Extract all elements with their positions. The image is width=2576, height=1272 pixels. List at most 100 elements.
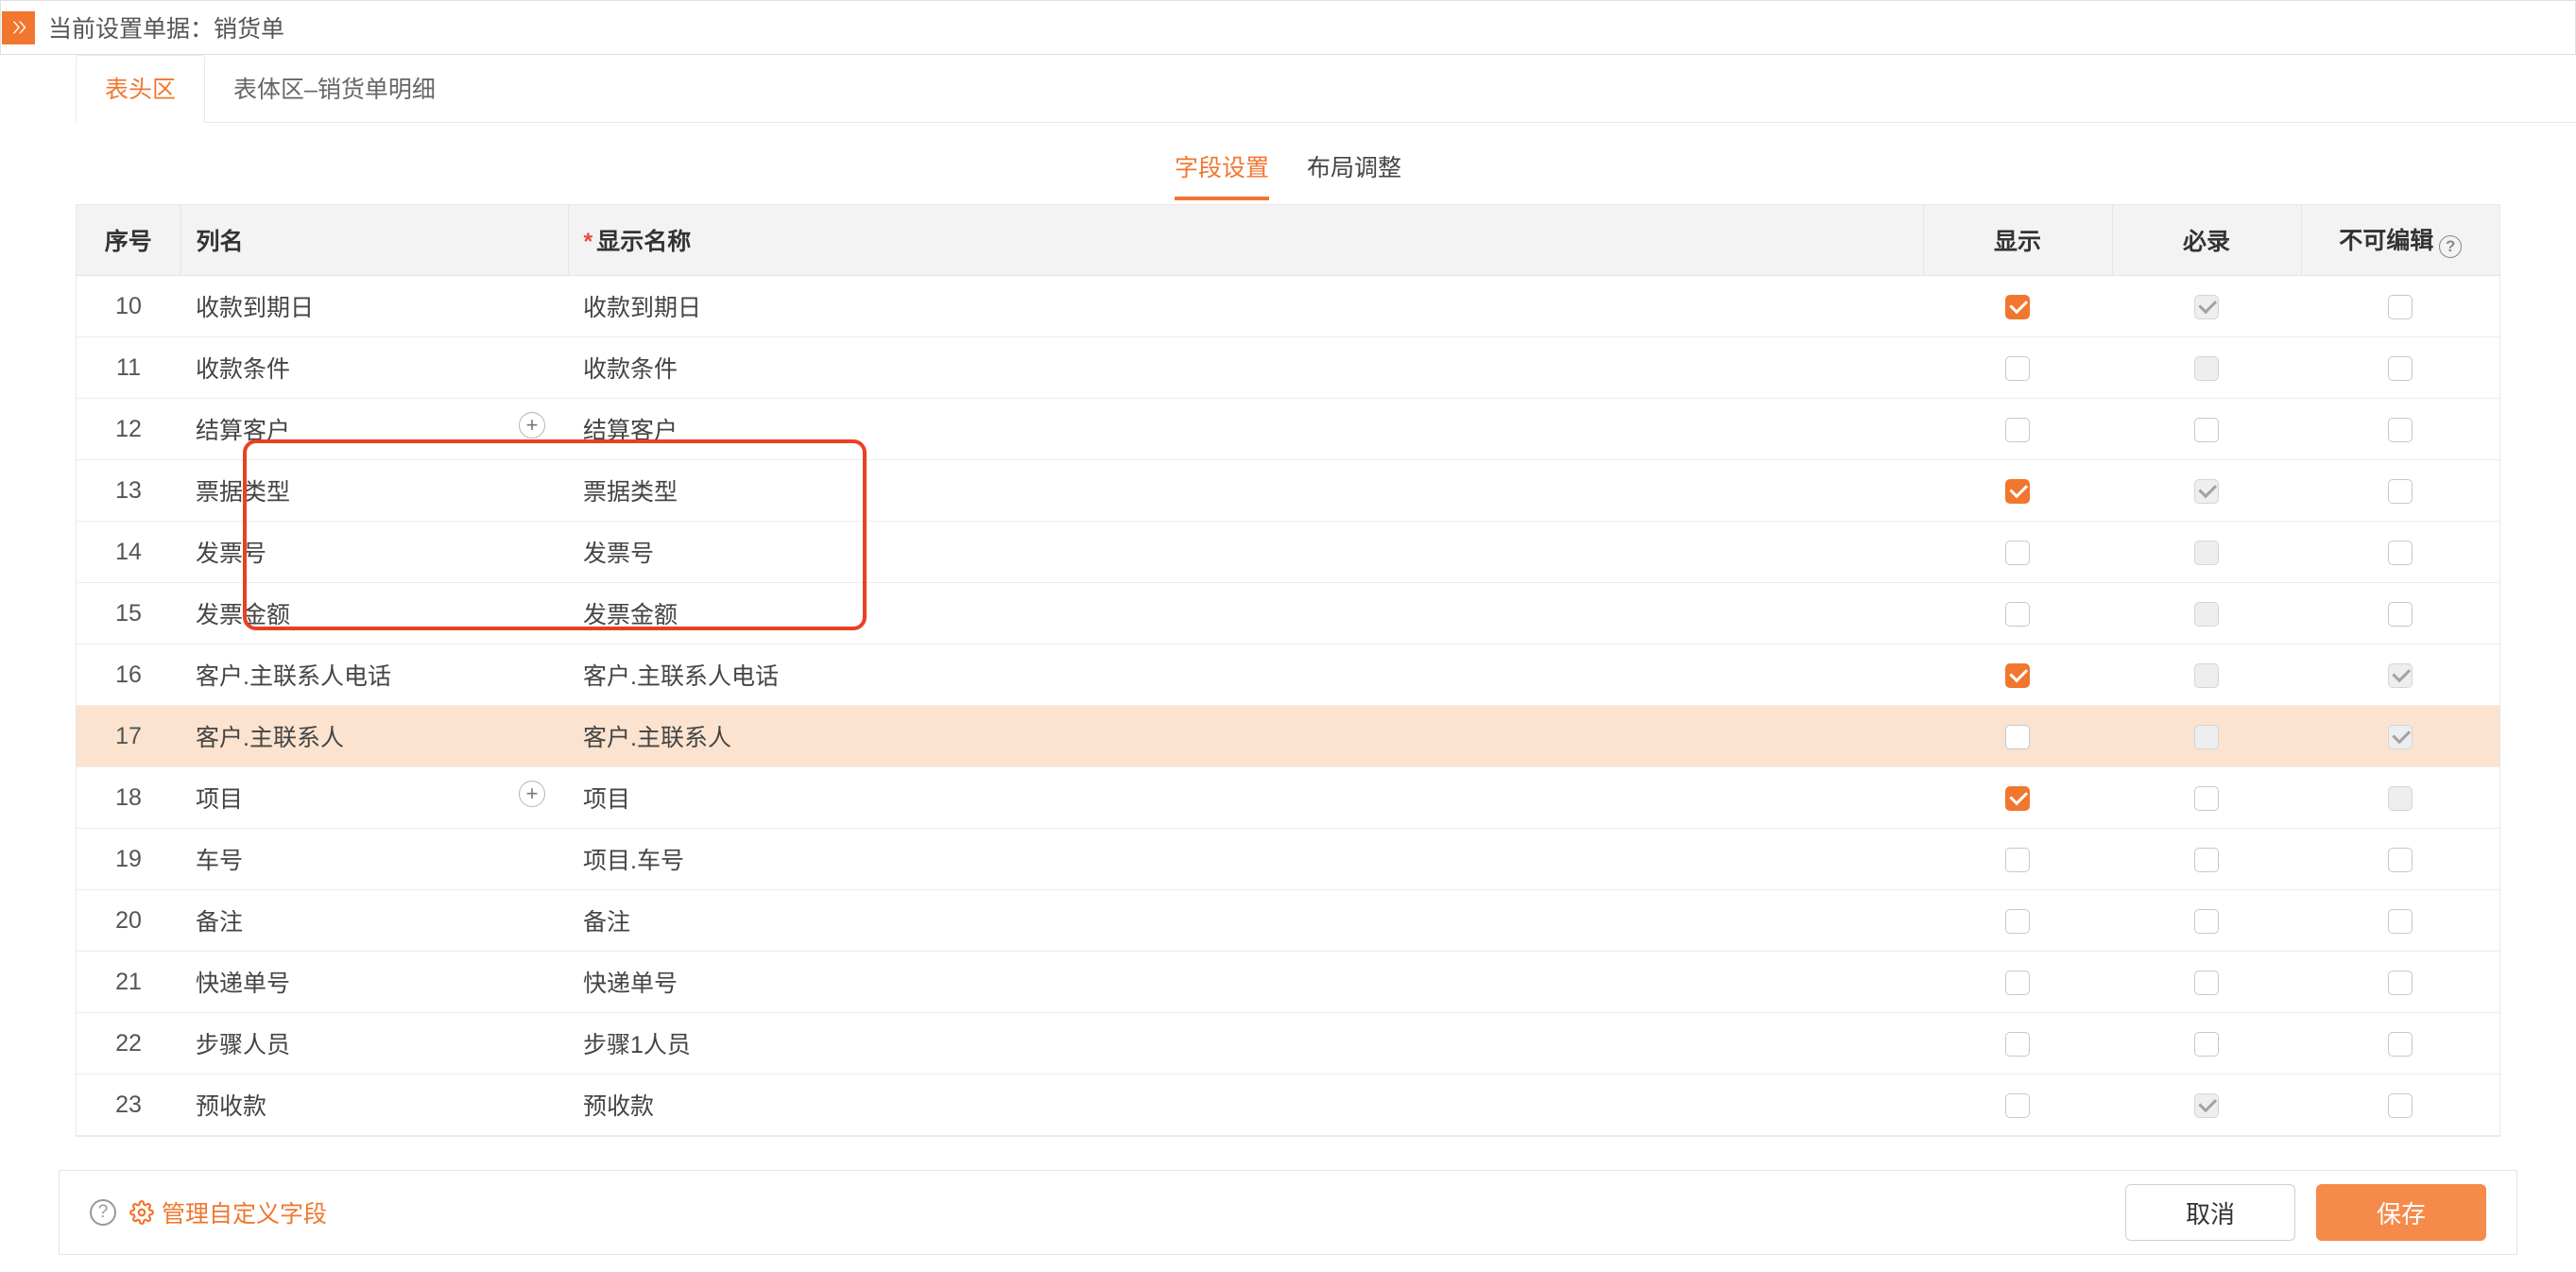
cell-name: 项目+ — [180, 767, 568, 829]
cell-display[interactable]: 收款条件 — [568, 337, 1923, 399]
checkbox-noedit[interactable] — [2388, 479, 2413, 504]
table-row: 20备注备注 — [77, 890, 2499, 952]
checkbox-noedit[interactable] — [2388, 541, 2413, 565]
checkbox-show[interactable] — [2005, 541, 2030, 565]
cell-required — [2112, 767, 2301, 829]
checkbox-show[interactable] — [2005, 356, 2030, 381]
cell-seq: 14 — [77, 522, 180, 583]
tab-0[interactable]: 表头区 — [76, 55, 205, 123]
checkbox-show[interactable] — [2005, 725, 2030, 749]
checkbox-show[interactable] — [2005, 295, 2030, 319]
checkbox-required — [2194, 602, 2219, 627]
cell-name: 客户.主联系人 — [180, 706, 568, 767]
th-display-label: 显示名称 — [596, 229, 691, 255]
cell-seq: 10 — [77, 276, 180, 337]
cell-noedit — [2301, 460, 2499, 522]
cell-noedit — [2301, 583, 2499, 645]
cell-show — [1923, 952, 2112, 1013]
checkbox-show[interactable] — [2005, 848, 2030, 872]
checkbox-noedit[interactable] — [2388, 1093, 2413, 1118]
cell-display[interactable]: 备注 — [568, 890, 1923, 952]
field-name-label: 客户.主联系人电话 — [196, 663, 391, 690]
checkbox-required[interactable] — [2194, 786, 2219, 811]
cell-display[interactable]: 步骤1人员 — [568, 1013, 1923, 1074]
cell-display[interactable]: 客户.主联系人 — [568, 706, 1923, 767]
checkbox-noedit[interactable] — [2388, 909, 2413, 934]
cancel-button[interactable]: 取消 — [2125, 1184, 2295, 1241]
field-name-label: 收款条件 — [196, 356, 290, 383]
field-name-label: 票据类型 — [196, 479, 290, 506]
cell-required — [2112, 399, 2301, 460]
checkbox-show[interactable] — [2005, 786, 2030, 811]
subtab-1[interactable]: 布局调整 — [1307, 149, 1401, 200]
add-child-button[interactable]: + — [519, 412, 545, 438]
save-button[interactable]: 保存 — [2316, 1184, 2486, 1241]
checkbox-noedit[interactable] — [2388, 295, 2413, 319]
manage-custom-fields-link[interactable]: 管理自定义字段 — [129, 1195, 327, 1229]
checkbox-noedit[interactable] — [2388, 1032, 2413, 1057]
checkbox-required[interactable] — [2194, 909, 2219, 934]
tab-1[interactable]: 表体区–销货单明细 — [205, 56, 464, 122]
header-title-doc: 销货单 — [214, 10, 284, 44]
checkbox-show[interactable] — [2005, 1093, 2030, 1118]
subtabs-row: 字段设置布局调整 — [0, 123, 2576, 200]
cell-noedit — [2301, 399, 2499, 460]
checkbox-show[interactable] — [2005, 663, 2030, 688]
checkbox-required[interactable] — [2194, 418, 2219, 442]
checkbox-show[interactable] — [2005, 602, 2030, 627]
subtab-0[interactable]: 字段设置 — [1175, 149, 1269, 200]
cell-noedit — [2301, 890, 2499, 952]
cell-display[interactable]: 预收款 — [568, 1074, 1923, 1136]
field-name-label: 车号 — [196, 848, 243, 874]
cell-display[interactable]: 结算客户 — [568, 399, 1923, 460]
cell-display[interactable]: 票据类型 — [568, 460, 1923, 522]
cell-name: 快递单号 — [180, 952, 568, 1013]
checkbox-noedit[interactable] — [2388, 971, 2413, 995]
field-name-label: 快递单号 — [196, 971, 290, 997]
field-name-label: 发票号 — [196, 541, 266, 567]
checkbox-required[interactable] — [2194, 848, 2219, 872]
field-name-label: 预收款 — [196, 1093, 266, 1120]
add-child-button[interactable]: + — [519, 781, 545, 807]
expand-sidebar-button[interactable] — [2, 11, 35, 44]
cell-display[interactable]: 收款到期日 — [568, 276, 1923, 337]
cell-show — [1923, 1013, 2112, 1074]
checkbox-show[interactable] — [2005, 971, 2030, 995]
cell-name: 发票号 — [180, 522, 568, 583]
cell-required — [2112, 337, 2301, 399]
checkbox-required[interactable] — [2194, 971, 2219, 995]
help-icon[interactable]: ? — [2439, 235, 2462, 258]
cell-required — [2112, 460, 2301, 522]
help-circle-icon[interactable]: ? — [90, 1199, 116, 1226]
cell-show — [1923, 337, 2112, 399]
cell-display[interactable]: 发票号 — [568, 522, 1923, 583]
cell-noedit — [2301, 522, 2499, 583]
table-row: 22步骤人员步骤1人员 — [77, 1013, 2499, 1074]
field-name-label: 客户.主联系人 — [196, 725, 344, 751]
checkbox-noedit[interactable] — [2388, 602, 2413, 627]
cell-noedit — [2301, 337, 2499, 399]
cell-display[interactable]: 项目 — [568, 767, 1923, 829]
table-row: 17客户.主联系人客户.主联系人 — [77, 706, 2499, 767]
checkbox-show[interactable] — [2005, 418, 2030, 442]
cell-noedit — [2301, 1013, 2499, 1074]
cell-name: 收款条件 — [180, 337, 568, 399]
cell-display[interactable]: 发票金额 — [568, 583, 1923, 645]
cell-show — [1923, 276, 2112, 337]
cell-display[interactable]: 项目.车号 — [568, 829, 1923, 890]
checkbox-required[interactable] — [2194, 1032, 2219, 1057]
checkbox-required — [2194, 295, 2219, 319]
cell-seq: 20 — [77, 890, 180, 952]
checkbox-noedit[interactable] — [2388, 356, 2413, 381]
checkbox-required — [2194, 356, 2219, 381]
checkbox-noedit[interactable] — [2388, 848, 2413, 872]
cell-name: 预收款 — [180, 1074, 568, 1136]
checkbox-show[interactable] — [2005, 479, 2030, 504]
cell-seq: 15 — [77, 583, 180, 645]
checkbox-noedit[interactable] — [2388, 418, 2413, 442]
cell-display[interactable]: 客户.主联系人电话 — [568, 645, 1923, 706]
checkbox-show[interactable] — [2005, 1032, 2030, 1057]
cell-display[interactable]: 快递单号 — [568, 952, 1923, 1013]
cell-required — [2112, 522, 2301, 583]
checkbox-show[interactable] — [2005, 909, 2030, 934]
